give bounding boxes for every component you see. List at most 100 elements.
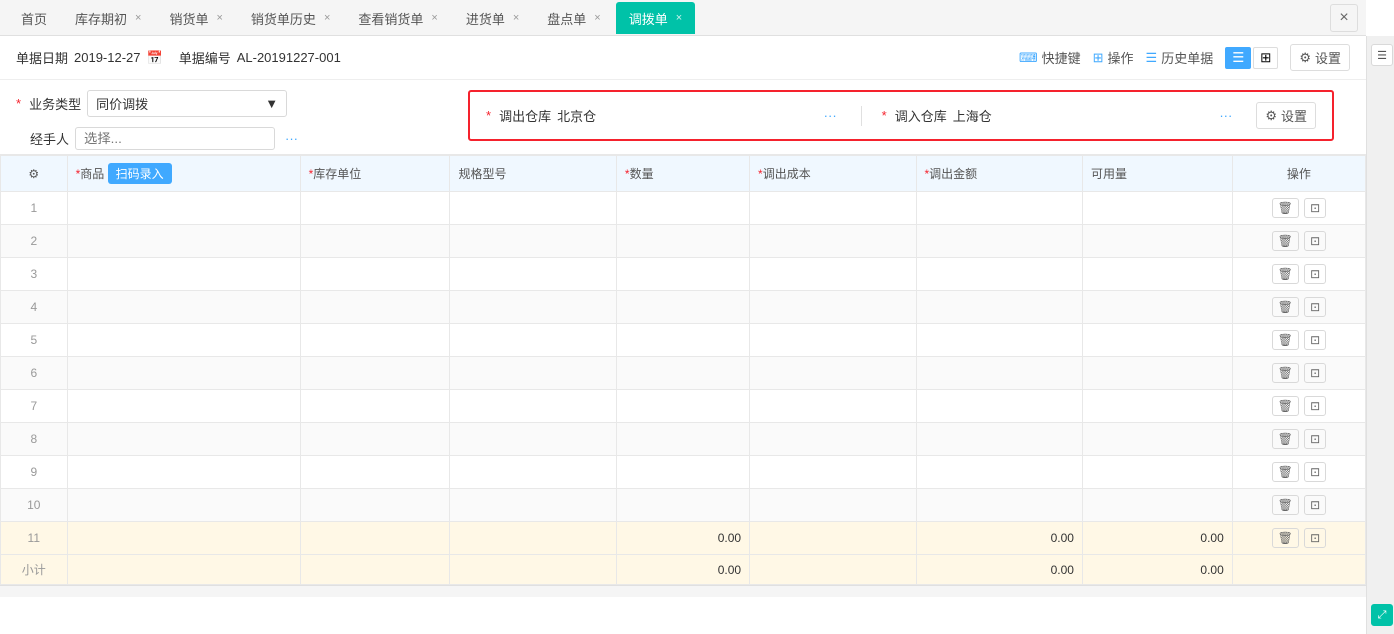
delete-btn-8[interactable]: 🗑 — [1272, 429, 1299, 449]
scan-barcode-btn[interactable]: 扫码录入 — [108, 163, 172, 184]
source-warehouse-value[interactable]: 北京仓 — [557, 106, 814, 125]
panel-settings-btn[interactable]: ⚙ 设置 — [1256, 102, 1316, 129]
delete-btn-7[interactable]: 🗑 — [1272, 396, 1299, 416]
th-gear[interactable]: ⚙ — [1, 156, 68, 192]
tab-view-sales-close[interactable]: × — [431, 12, 437, 24]
qty-cell-8[interactable] — [616, 423, 749, 456]
tab-transfer[interactable]: 调拨单 × — [616, 2, 695, 34]
tab-transfer-close[interactable]: × — [676, 12, 682, 24]
tab-purchase[interactable]: 进货单 × — [453, 2, 532, 34]
history-btn[interactable]: ☰ 历史单据 — [1146, 48, 1214, 67]
cost-cell-6[interactable] — [750, 357, 916, 390]
unit-cell-7[interactable] — [300, 390, 450, 423]
scrollbar-area[interactable] — [0, 585, 1366, 597]
copy-btn-9[interactable]: ⊡ — [1304, 462, 1326, 482]
product-cell-8[interactable] — [67, 423, 300, 456]
copy-btn-4[interactable]: ⊡ — [1304, 297, 1326, 317]
qty-cell-3[interactable] — [616, 258, 749, 291]
tab-inventory-init-close[interactable]: × — [135, 12, 141, 24]
spec-cell-10[interactable] — [450, 489, 616, 522]
tab-stocktake[interactable]: 盘点单 × — [534, 2, 613, 34]
delete-btn-5[interactable]: 🗑 — [1272, 330, 1299, 350]
qty-cell-5[interactable] — [616, 324, 749, 357]
cost-cell-8[interactable] — [750, 423, 916, 456]
copy-btn-6[interactable]: ⊡ — [1304, 363, 1326, 383]
calendar-icon[interactable]: 📅 — [147, 50, 163, 66]
sidebar-list-btn[interactable]: ☰ — [1371, 44, 1393, 66]
spec-cell-8[interactable] — [450, 423, 616, 456]
handler-input[interactable] — [75, 127, 275, 150]
handler-more-btn[interactable]: ··· — [281, 131, 302, 146]
unit-cell-10[interactable] — [300, 489, 450, 522]
cost-cell-5[interactable] — [750, 324, 916, 357]
delete-btn-6[interactable]: 🗑 — [1272, 363, 1299, 383]
delete-btn-9[interactable]: 🗑 — [1272, 462, 1299, 482]
amount-cell-4[interactable] — [916, 291, 1082, 324]
qty-cell-1[interactable] — [616, 192, 749, 225]
delete-btn-4[interactable]: 🗑 — [1272, 297, 1299, 317]
view-grid-btn[interactable]: ⊞ — [1253, 47, 1278, 69]
cost-cell-2[interactable] — [750, 225, 916, 258]
product-cell-4[interactable] — [67, 291, 300, 324]
spec-cell-7[interactable] — [450, 390, 616, 423]
amount-cell-3[interactable] — [916, 258, 1082, 291]
copy-btn-11[interactable]: ⊡ — [1304, 528, 1326, 548]
unit-cell-11[interactable] — [300, 522, 450, 555]
amount-cell-9[interactable] — [916, 456, 1082, 489]
amount-cell-2[interactable] — [916, 225, 1082, 258]
tab-sales-order[interactable]: 销货单 × — [156, 2, 235, 34]
product-cell-7[interactable] — [67, 390, 300, 423]
delete-btn-1[interactable]: 🗑 — [1272, 198, 1299, 218]
settings-btn[interactable]: ⚙ 设置 — [1290, 44, 1350, 71]
qty-cell-7[interactable] — [616, 390, 749, 423]
cost-cell-9[interactable] — [750, 456, 916, 489]
cost-cell-4[interactable] — [750, 291, 916, 324]
unit-cell-3[interactable] — [300, 258, 450, 291]
tab-bar-close-btn[interactable]: × — [1330, 4, 1358, 32]
operation-btn[interactable]: ⊞ 操作 — [1093, 48, 1134, 67]
copy-btn-1[interactable]: ⊡ — [1304, 198, 1326, 218]
spec-cell-1[interactable] — [450, 192, 616, 225]
copy-btn-7[interactable]: ⊡ — [1304, 396, 1326, 416]
view-list-btn[interactable]: ☰ — [1225, 47, 1251, 69]
cost-cell-1[interactable] — [750, 192, 916, 225]
amount-cell-5[interactable] — [916, 324, 1082, 357]
delete-btn-10[interactable]: 🗑 — [1272, 495, 1299, 515]
date-value[interactable]: 2019-12-27 — [74, 50, 141, 65]
business-type-select[interactable]: 同价调拨 ▼ — [87, 90, 287, 117]
spec-cell-9[interactable] — [450, 456, 616, 489]
cost-cell-7[interactable] — [750, 390, 916, 423]
qty-cell-6[interactable] — [616, 357, 749, 390]
spec-cell-11[interactable] — [450, 522, 616, 555]
qty-cell-9[interactable] — [616, 456, 749, 489]
qty-cell-4[interactable] — [616, 291, 749, 324]
tab-home[interactable]: 首页 — [8, 2, 60, 34]
unit-cell-5[interactable] — [300, 324, 450, 357]
unit-cell-6[interactable] — [300, 357, 450, 390]
amount-cell-10[interactable] — [916, 489, 1082, 522]
copy-btn-5[interactable]: ⊡ — [1304, 330, 1326, 350]
unit-cell-8[interactable] — [300, 423, 450, 456]
tab-stocktake-close[interactable]: × — [594, 12, 600, 24]
amount-cell-6[interactable] — [916, 357, 1082, 390]
tab-sales-order-close[interactable]: × — [216, 12, 222, 24]
shortcut-btn[interactable]: ⌨ 快捷键 — [1019, 48, 1081, 67]
unit-cell-9[interactable] — [300, 456, 450, 489]
cost-cell-3[interactable] — [750, 258, 916, 291]
tab-inventory-init[interactable]: 库存期初 × — [62, 2, 154, 34]
amount-cell-1[interactable] — [916, 192, 1082, 225]
unit-cell-2[interactable] — [300, 225, 450, 258]
delete-btn-2[interactable]: 🗑 — [1272, 231, 1299, 251]
delete-btn-11[interactable]: 🗑 — [1272, 528, 1299, 548]
copy-btn-10[interactable]: ⊡ — [1304, 495, 1326, 515]
qty-cell-10[interactable] — [616, 489, 749, 522]
spec-cell-6[interactable] — [450, 357, 616, 390]
product-cell-5[interactable] — [67, 324, 300, 357]
cost-cell-10[interactable] — [750, 489, 916, 522]
target-warehouse-more-btn[interactable]: ··· — [1215, 108, 1236, 123]
product-cell-10[interactable] — [67, 489, 300, 522]
spec-cell-3[interactable] — [450, 258, 616, 291]
product-cell-2[interactable] — [67, 225, 300, 258]
amount-cell-8[interactable] — [916, 423, 1082, 456]
amount-cell-7[interactable] — [916, 390, 1082, 423]
